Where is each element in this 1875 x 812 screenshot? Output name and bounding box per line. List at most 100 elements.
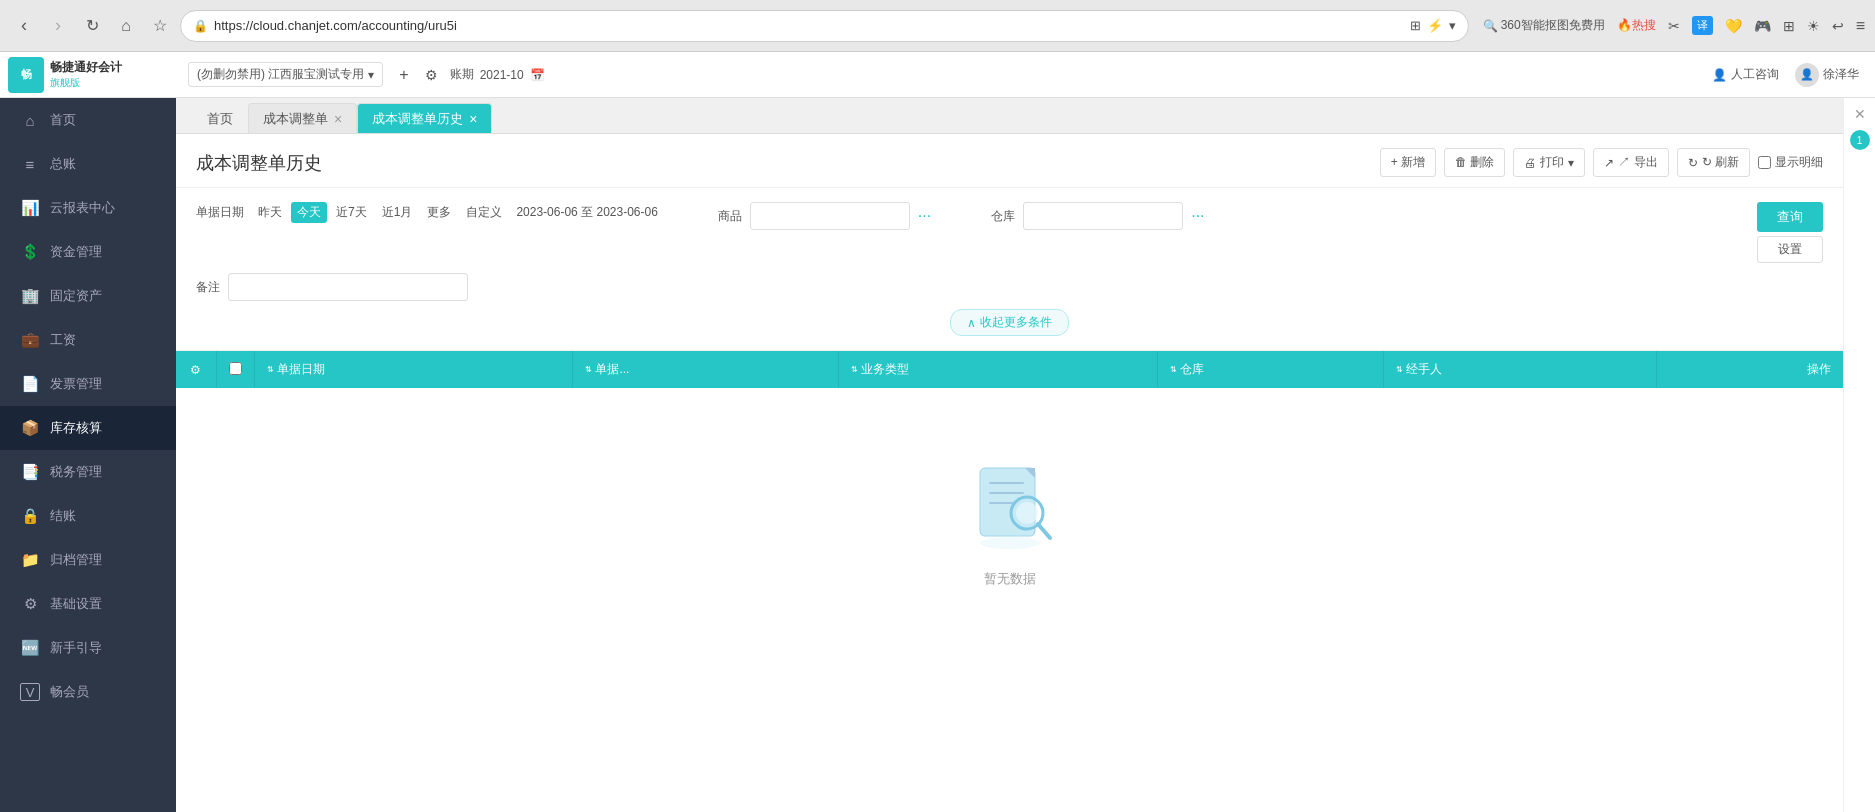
support-button[interactable]: 👤 人工咨询: [1712, 66, 1779, 83]
dropdown-arrow[interactable]: ▾: [1449, 18, 1456, 33]
date-separator: 至: [581, 205, 596, 219]
goods-input[interactable]: [750, 202, 910, 230]
home-button[interactable]: ⌂: [112, 12, 140, 40]
sidebar-item-ledger[interactable]: ≡ 总账: [0, 142, 176, 186]
settings-filter-button[interactable]: 设置: [1757, 236, 1823, 263]
date-to: 2023-06-06: [596, 205, 657, 219]
sidebar-item-reports[interactable]: 📊 云报表中心: [0, 186, 176, 230]
col-action-header: 操作: [1657, 351, 1843, 388]
col-date-header[interactable]: ⇅ 单据日期: [254, 351, 573, 388]
warehouse-input[interactable]: [1023, 202, 1183, 230]
tab-cost-history[interactable]: 成本调整单历史 ×: [357, 103, 492, 133]
back-button[interactable]: ‹: [10, 12, 38, 40]
panel-close-icon[interactable]: ✕: [1854, 106, 1866, 122]
print-button[interactable]: 🖨 打印 ▾: [1513, 148, 1585, 177]
tab-cost-history-label: 成本调整单历史: [372, 110, 463, 128]
reload-button[interactable]: ↻: [78, 12, 106, 40]
sidebar-item-home[interactable]: ⌂ 首页: [0, 98, 176, 142]
wallet-icon[interactable]: 💛: [1725, 18, 1742, 34]
export-label: ↗ 导出: [1618, 154, 1657, 171]
col-warehouse-header[interactable]: ⇅ 仓库: [1157, 351, 1384, 388]
sidebar-item-assets[interactable]: 🏢 固定资产: [0, 274, 176, 318]
col-biztype-header[interactable]: ⇅ 业务类型: [838, 351, 1157, 388]
warehouse-more-icon[interactable]: ···: [1191, 207, 1204, 225]
select-all-checkbox[interactable]: [229, 362, 242, 375]
show-columns-checkbox[interactable]: 显示明细: [1758, 154, 1823, 171]
star-button[interactable]: ☆: [146, 12, 174, 40]
lock-icon: 🔒: [193, 19, 208, 33]
date-range-display: 2023-06-06 至 2023-06-06: [516, 204, 657, 221]
sidebar-item-member[interactable]: V 畅会员: [0, 670, 176, 714]
goods-more-icon[interactable]: ···: [918, 207, 931, 225]
sidebar-item-inventory[interactable]: 📦 库存核算: [0, 406, 176, 450]
user-info[interactable]: 👤 徐泽华: [1795, 63, 1859, 87]
date-tab-custom[interactable]: 自定义: [460, 202, 508, 223]
add-tab-button[interactable]: +: [395, 66, 412, 84]
col-checkbox-header[interactable]: [216, 351, 254, 388]
collapse-button[interactable]: ∧ 收起更多条件: [950, 309, 1069, 336]
tab-cost-adjustment[interactable]: 成本调整单 ×: [248, 103, 357, 133]
new-button[interactable]: + 新增: [1380, 148, 1436, 177]
scissors-icon[interactable]: ✂: [1668, 18, 1680, 34]
game-icon[interactable]: 🎮: [1754, 18, 1771, 34]
sidebar-item-tax[interactable]: 📑 税务管理: [0, 450, 176, 494]
sort-up-icon: ⇅: [267, 365, 274, 374]
app-logo: 畅 畅捷通好会计 旗舰版: [0, 57, 176, 93]
date-tab-today[interactable]: 今天: [291, 202, 327, 223]
user-avatar: 👤: [1795, 63, 1819, 87]
export-button[interactable]: ↗ ↗ 导出: [1593, 148, 1668, 177]
address-bar[interactable]: 🔒 https://cloud.chanjet.com/accounting/u…: [180, 10, 1469, 42]
tab-home[interactable]: 首页: [192, 103, 248, 133]
col-operator-header[interactable]: ⇅ 经手人: [1384, 351, 1657, 388]
sidebar-label-invoice: 发票管理: [50, 375, 102, 393]
sidebar-item-archive[interactable]: 📁 归档管理: [0, 538, 176, 582]
period-info: 账期 2021-10 📅: [450, 66, 545, 83]
settings-icon[interactable]: ⚙: [425, 67, 438, 83]
col-number-header[interactable]: ⇅ 单据...: [573, 351, 838, 388]
show-columns-input[interactable]: [1758, 156, 1771, 169]
inventory-icon: 📦: [20, 419, 40, 437]
base-settings-icon: ⚙: [20, 595, 40, 613]
tab-cost-history-close[interactable]: ×: [469, 111, 477, 127]
sidebar-item-guide[interactable]: 🆕 新手引导: [0, 626, 176, 670]
date-tab-1month[interactable]: 近1月: [376, 202, 419, 223]
sidebar-label-closing: 结账: [50, 507, 76, 525]
sidebar-item-invoice[interactable]: 📄 发票管理: [0, 362, 176, 406]
menu-icon[interactable]: ≡: [1856, 17, 1865, 35]
date-tab-7days[interactable]: 近7天: [330, 202, 373, 223]
period-label: 账期: [450, 66, 474, 83]
sidebar-label-funds: 资金管理: [50, 243, 102, 261]
sidebar-item-closing[interactable]: 🔒 结账: [0, 494, 176, 538]
date-tab-more[interactable]: 更多: [421, 202, 457, 223]
empty-state: 暂无数据: [176, 448, 1843, 588]
refresh-button[interactable]: ↻ ↻ 刷新: [1677, 148, 1750, 177]
undo-icon[interactable]: ↩: [1832, 18, 1844, 34]
svg-line-7: [1038, 524, 1050, 538]
sidebar-label-guide: 新手引导: [50, 639, 102, 657]
tab-cost-adjustment-close[interactable]: ×: [334, 111, 342, 127]
print-label: 打印: [1540, 154, 1564, 171]
delete-button[interactable]: 🗑 删除: [1444, 148, 1505, 177]
note-input[interactable]: [228, 273, 468, 301]
company-selector[interactable]: (勿删勿禁用) 江西服宝测试专用 ▾: [188, 62, 383, 87]
hot-search[interactable]: 🔥热搜: [1617, 17, 1656, 34]
calendar-icon[interactable]: 📅: [530, 68, 545, 82]
translate-icon[interactable]: 译: [1692, 16, 1713, 35]
sidebar-item-funds[interactable]: 💲 资金管理: [0, 230, 176, 274]
sidebar-item-base-settings[interactable]: ⚙ 基础设置: [0, 582, 176, 626]
col-settings-header[interactable]: ⚙: [176, 351, 216, 388]
print-dropdown-icon: ▾: [1568, 156, 1574, 170]
query-button[interactable]: 查询: [1757, 202, 1823, 232]
forward-button[interactable]: ›: [44, 12, 72, 40]
url-text: https://cloud.chanjet.com/accounting/uru…: [214, 18, 1404, 33]
brightness-icon[interactable]: ☀: [1807, 18, 1820, 34]
sidebar-item-salary[interactable]: 💼 工资: [0, 318, 176, 362]
app-header: 畅 畅捷通好会计 旗舰版 (勿删勿禁用) 江西服宝测试专用 ▾ + ⚙ 账期 2…: [0, 52, 1875, 98]
svg-point-0: [980, 537, 1040, 549]
date-tab-yesterday[interactable]: 昨天: [252, 202, 288, 223]
sidebar: ⌂ 首页 ≡ 总账 📊 云报表中心 💲 资金管理 🏢 固定资产 💼: [0, 98, 176, 812]
apps-icon[interactable]: ⊞: [1783, 18, 1795, 34]
search-tool[interactable]: 🔍 360智能抠图免费用: [1483, 17, 1605, 34]
notification-badge[interactable]: 1: [1850, 130, 1870, 150]
page-title: 成本调整单历史: [196, 151, 322, 175]
